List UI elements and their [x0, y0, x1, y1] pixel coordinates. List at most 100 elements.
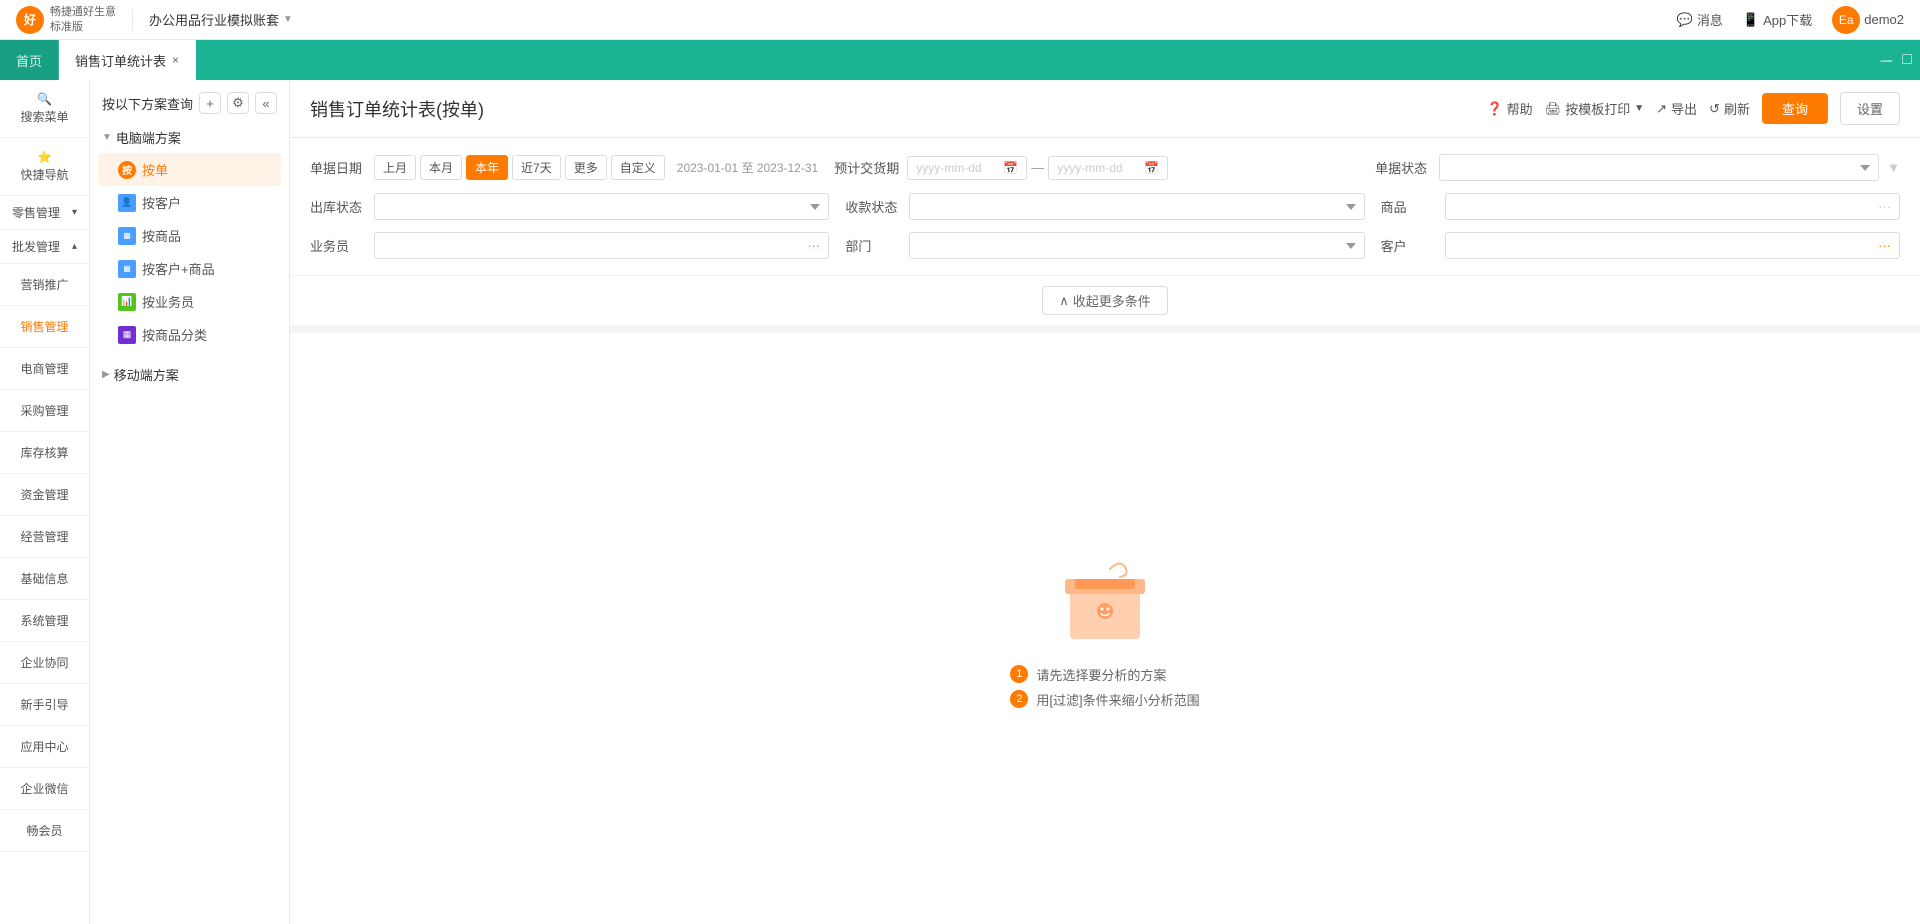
sidebar-ecommerce[interactable]: 电商管理 — [0, 348, 89, 390]
left-panel: 按以下方案查询 + ⚙ « ▼ 电脑端方案 按 按单 👤 按客户 — [90, 80, 290, 924]
status-dropdown-icon: ▼ — [1887, 160, 1900, 175]
maximize-btn[interactable]: □ — [1902, 51, 1912, 69]
filter-group-payment: 收款状态 — [845, 193, 1364, 220]
scheme-按客户[interactable]: 👤 按客户 — [98, 186, 281, 219]
page-title: 销售订单统计表(按单) — [310, 96, 484, 122]
export-btn[interactable]: ↗ 导出 — [1656, 99, 1697, 118]
sidebar-operations[interactable]: 经营管理 — [0, 516, 89, 558]
scheme-按客户商品[interactable]: ▦ 按客户+商品 — [98, 252, 281, 285]
filter-row-more: 业务员 ··· 部门 客户 — [310, 232, 1900, 259]
sidebar-inventory[interactable]: 库存核算 — [0, 432, 89, 474]
company-selector[interactable]: 办公用品行业模拟账套 ▼ — [149, 10, 293, 29]
salesperson-input[interactable]: ··· — [374, 232, 829, 259]
template-print-btn[interactable]: 🖨 按模板打印 ▼ — [1545, 99, 1644, 118]
help-icon: ❓ — [1486, 101, 1502, 117]
sidebar-system[interactable]: 系统管理 — [0, 600, 89, 642]
pc-section-header[interactable]: ▼ 电脑端方案 — [98, 122, 281, 153]
expected-date-end[interactable]: yyyy-mm-dd 📅 — [1048, 156, 1168, 180]
arrow-icon: ▼ — [102, 132, 112, 143]
tab-close-icon[interactable]: × — [172, 53, 179, 67]
expected-date-start[interactable]: yyyy-mm-dd 📅 — [907, 156, 1027, 180]
filter-group-expected-date: 预计交货期 yyyy-mm-dd 📅 — yyyy-mm-dd 📅 — [834, 156, 1359, 180]
collapse-icon: ∧ — [1059, 293, 1069, 309]
sidebar: 🔍 搜索菜单 ⭐ 快捷导航 零售管理 ▾ 批发管理 ▴ 营销推广 销售管理 电商… — [0, 80, 90, 924]
mobile-scheme-section: ▶ 移动端方案 — [90, 359, 289, 390]
query-button[interactable]: 查询 — [1762, 93, 1828, 124]
divider — [132, 10, 133, 30]
add-scheme-btn[interactable]: + — [199, 92, 221, 114]
settings-button[interactable]: 设置 — [1840, 92, 1900, 125]
avatar: Ea — [1832, 6, 1860, 34]
messages-btn[interactable]: 💬 消息 — [1677, 10, 1723, 29]
date-btn-this-year[interactable]: 本年 — [466, 155, 508, 180]
payment-select[interactable] — [909, 193, 1364, 220]
sidebar-corpwechat[interactable]: 企业微信 — [0, 768, 89, 810]
tab-bar: 首页 销售订单统计表 × － □ — [0, 40, 1920, 80]
empty-hint-1: 1 请先选择要分析的方案 — [1010, 665, 1199, 684]
sidebar-sales[interactable]: 销售管理 — [0, 306, 89, 348]
sidebar-retail[interactable]: 零售管理 ▾ — [0, 196, 89, 230]
logo-icon: 好 — [16, 6, 44, 34]
scheme-按业务员[interactable]: 📊 按业务员 — [98, 285, 281, 318]
scheme-grid-icon: ▦ — [118, 326, 136, 344]
tab-home[interactable]: 首页 — [0, 40, 59, 80]
date-btn-custom[interactable]: 自定义 — [611, 155, 665, 180]
chevron-icon: ▾ — [72, 207, 77, 218]
date-btn-last-month[interactable]: 上月 — [374, 155, 416, 180]
customer-input[interactable]: ··· — [1445, 232, 1900, 259]
sidebar-appcenter[interactable]: 应用中心 — [0, 726, 89, 768]
sidebar-newuser[interactable]: 新手引导 — [0, 684, 89, 726]
empty-image — [1045, 549, 1165, 649]
scheme-按商品分类[interactable]: ▦ 按商品分类 — [98, 318, 281, 351]
sidebar-search[interactable]: 🔍 搜索菜单 — [0, 80, 89, 138]
tab-stats[interactable]: 销售订单统计表 × — [59, 40, 196, 80]
department-select[interactable] — [909, 232, 1364, 259]
filter-group-status: 单据状态 ▼ — [1375, 154, 1900, 181]
sidebar-purchase[interactable]: 采购管理 — [0, 390, 89, 432]
scheme-sq2-icon: ▦ — [118, 227, 136, 245]
message-icon: 💬 — [1677, 12, 1693, 28]
status-select[interactable] — [1439, 154, 1879, 181]
goods-more-icon: ··· — [1878, 199, 1891, 214]
sidebar-wholesale[interactable]: 批发管理 ▴ — [0, 230, 89, 264]
collapse-panel-btn[interactable]: « — [255, 92, 277, 114]
main-content: 销售订单统计表(按单) ❓ 帮助 🖨 按模板打印 ▼ ↗ — [290, 80, 1920, 924]
date-btn-more[interactable]: 更多 — [565, 155, 607, 180]
app-download-btn[interactable]: 📱 App下载 — [1743, 10, 1812, 29]
salesperson-more-icon: ··· — [807, 238, 820, 253]
sidebar-finance[interactable]: 资金管理 — [0, 474, 89, 516]
sidebar-member[interactable]: 畅会员 — [0, 810, 89, 852]
filter-group-department: 部门 — [845, 232, 1364, 259]
download-icon: 📱 — [1743, 12, 1759, 28]
export-icon: ↗ — [1656, 101, 1667, 117]
goods-label: 商品 — [1381, 197, 1437, 216]
settings-scheme-btn[interactable]: ⚙ — [227, 92, 249, 114]
sidebar-quicknav[interactable]: ⭐ 快捷导航 — [0, 138, 89, 196]
logo-text: 畅捷通好生意 标准版 — [50, 5, 116, 34]
date-hint: 2023-01-01 至 2023-12-31 — [677, 159, 818, 176]
scheme-按单[interactable]: 按 按单 — [98, 153, 281, 186]
sidebar-basic[interactable]: 基础信息 — [0, 558, 89, 600]
mobile-section-header[interactable]: ▶ 移动端方案 — [98, 359, 281, 390]
header-right: 💬 消息 📱 App下载 Ea demo2 — [1677, 6, 1904, 34]
hint-num-2: 2 — [1010, 690, 1028, 708]
customer-more-icon: ··· — [1878, 238, 1891, 253]
refresh-btn[interactable]: ↺ 刷新 — [1709, 99, 1750, 118]
minimize-btn[interactable]: － — [1878, 48, 1894, 72]
collapse-conditions-btn[interactable]: ∧ 收起更多条件 — [1042, 286, 1168, 315]
empty-hint-2: 2 用[过滤]条件来缩小分析范围 — [1010, 690, 1199, 709]
scheme-按商品[interactable]: ▦ 按商品 — [98, 219, 281, 252]
sidebar-enterprise[interactable]: 企业协同 — [0, 642, 89, 684]
delivery-select[interactable] — [374, 193, 829, 220]
date-btn-this-month[interactable]: 本月 — [420, 155, 462, 180]
user-menu[interactable]: Ea demo2 — [1832, 6, 1904, 34]
status-label: 单据状态 — [1375, 158, 1431, 177]
page-actions: ❓ 帮助 🖨 按模板打印 ▼ ↗ 导出 ↺ — [1486, 92, 1900, 125]
calendar-icon: 📅 — [1144, 161, 1159, 175]
customer-label: 客户 — [1381, 236, 1437, 255]
help-btn[interactable]: ❓ 帮助 — [1486, 99, 1532, 118]
date-btn-last-7[interactable]: 近7天 — [512, 155, 561, 180]
goods-input[interactable]: ··· — [1445, 193, 1900, 220]
sidebar-marketing[interactable]: 营销推广 — [0, 264, 89, 306]
filter-row-other: 出库状态 收款状态 商品 — [310, 193, 1900, 220]
